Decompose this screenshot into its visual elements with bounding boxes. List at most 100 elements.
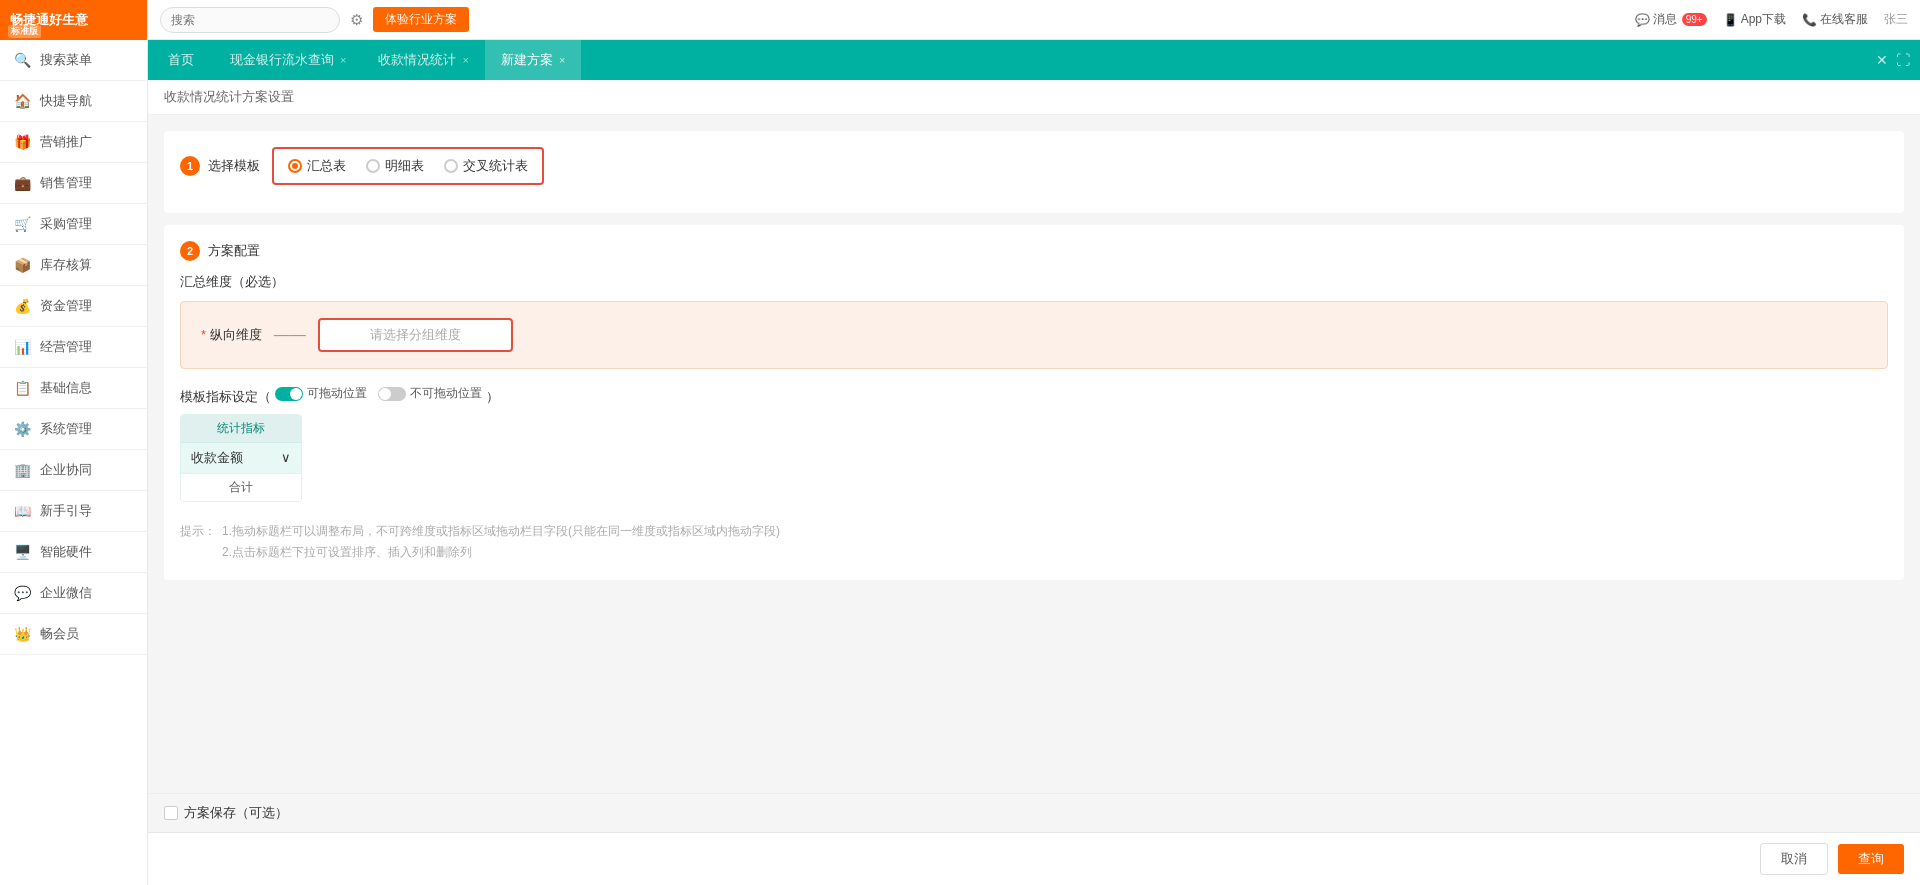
sidebar: 畅捷通好生意 标准版 🔍搜索菜单🏠快捷导航 🎁 营销推广 💼 销售管理 🛒采购管理📦库存核… [0,0,148,885]
sidebar-item-label-sales: 销售管理 [40,174,92,192]
indicator-cell-amount: 收款金额 ∨ [181,442,301,473]
username-display: 张三 [1884,11,1908,28]
indicator-title-text: 模板指标设定（ 可拖动位置 不可拖 [180,385,499,406]
support-label: 在线客服 [1820,11,1868,28]
step1-label: 1 选择模板 汇总表 明细表 [180,147,1888,185]
radio-detail-label: 明细表 [385,157,424,175]
enterprise-icon: 🏢 [12,460,32,480]
capital-icon: 💰 [12,296,32,316]
operations-icon: 📊 [12,337,32,357]
inventory-icon: 📦 [12,255,32,275]
indicator-dropdown-icon[interactable]: ∨ [281,450,291,465]
settings-icon[interactable]: ⚙ [350,11,363,29]
sidebar-item-quick-nav[interactable]: 🏠快捷导航 [0,81,147,122]
sidebar-item-sales[interactable]: 💼 销售管理 [0,163,147,204]
tab-close-2[interactable]: × [559,54,565,66]
indicator-table-header: 统计指标 [181,415,301,442]
search-input[interactable] [160,7,340,33]
tip2-text: 2.点击标题栏下拉可设置排序、插入列和删除列 [222,542,472,564]
topbar-right: 💬 消息 99+ 📱 App下载 📞 在线客服 张三 [1635,11,1908,28]
step1-num: 1 [180,156,200,176]
tip-label: 提示： [180,521,216,543]
draggable-toggle-tag: 可拖动位置 [275,385,367,402]
step2-section: 2 方案配置 汇总维度（必选） * 纵向维度 —— 请选择分组维度 [164,225,1904,580]
sidebar-item-purchase[interactable]: 🛒采购管理 [0,204,147,245]
purchase-icon: 🛒 [12,214,32,234]
radio-cross-label: 交叉统计表 [463,157,528,175]
tips-area: 提示： 1.拖动标题栏可以调整布局，不可跨维度或指标区域拖动栏目字段(只能在同一… [180,521,1888,564]
sidebar-item-hardware[interactable]: 🖥️智能硬件 [0,532,147,573]
bottom-save-option: 方案保存（可选） [148,793,1920,832]
sidebar-item-guide[interactable]: 📖 新手引导 [0,491,147,532]
sales-icon: 💼 [12,173,32,193]
radio-dot-detail [366,159,380,173]
notif-badge: 99+ [1682,13,1707,26]
non-draggable-toggle-tag: 不可拖动位置 [378,385,482,402]
sidebar-item-label-operations: 经营管理 [40,338,92,356]
step2-num: 2 [180,241,200,261]
radio-summary[interactable]: 汇总表 [288,157,346,175]
query-button[interactable]: 查询 [1838,844,1904,874]
close-window-icon[interactable]: ✕ [1876,52,1888,68]
save-option-label: 方案保存（可选） [184,804,288,822]
radio-cross[interactable]: 交叉统计表 [444,157,528,175]
sidebar-item-label-hardware: 智能硬件 [40,543,92,561]
tab-2[interactable]: 新建方案 × [485,40,581,80]
sidebar-item-label-marketing: 营销推广 [40,133,92,151]
template-radio-group: 汇总表 明细表 交叉统计表 [272,147,544,185]
main-area: ⚙ 体验行业方案 💬 消息 99+ 📱 App下载 📞 在线客服 张三 首页 现… [148,0,1920,885]
tab-label-1: 收款情况统计 [378,51,456,69]
sidebar-item-label-search: 搜索菜单 [40,51,92,69]
sidebar-item-basic-info[interactable]: 📋基础信息 [0,368,147,409]
dimension-select[interactable]: 请选择分组维度 [318,318,513,352]
sidebar-item-enterprise[interactable]: 🏢企业协同 [0,450,147,491]
sidebar-item-wechat[interactable]: 💬企业微信 [0,573,147,614]
content-area: 收款情况统计方案设置 1 选择模板 汇总表 [148,80,1920,832]
download-btn[interactable]: 📱 App下载 [1723,11,1786,28]
dim-required-mark: * 纵向维度 [201,326,262,344]
draggable-toggle[interactable] [275,387,303,401]
sidebar-item-search[interactable]: 🔍搜索菜单 [0,40,147,81]
tab-close-1[interactable]: × [462,54,468,66]
radio-dot-cross [444,159,458,173]
member-icon: 👑 [12,624,32,644]
tab-home[interactable]: 首页 [148,40,214,80]
tab-label-2: 新建方案 [501,51,553,69]
tip-row-2: 提示： 2.点击标题栏下拉可设置排序、插入列和删除列 [180,542,1888,564]
guide-icon: 📖 [12,501,32,521]
dimension-row: * 纵向维度 —— 请选择分组维度 [201,318,1867,352]
tab-0[interactable]: 现金银行流水查询 × [214,40,362,80]
notification-btn[interactable]: 💬 消息 99+ [1635,11,1707,28]
tab-label-0: 现金银行流水查询 [230,51,334,69]
system-icon: ⚙️ [12,419,32,439]
tab-1[interactable]: 收款情况统计 × [362,40,484,80]
home-tab-label: 首页 [168,51,194,69]
sidebar-logo: 畅捷通好生意 标准版 [0,0,147,40]
sidebar-item-inventory[interactable]: 📦库存核算 [0,245,147,286]
message-icon: 💬 [1635,13,1650,27]
radio-dot-summary [288,159,302,173]
sidebar-item-capital[interactable]: 💰资金管理 [0,286,147,327]
support-btn[interactable]: 📞 在线客服 [1802,11,1868,28]
save-checkbox[interactable] [164,806,178,820]
radio-detail[interactable]: 明细表 [366,157,424,175]
sidebar-item-marketing[interactable]: 🎁 营销推广 [0,122,147,163]
non-draggable-toggle[interactable] [378,387,406,401]
sidebar-item-label-guide: 新手引导 [40,502,92,520]
download-label: App下载 [1741,11,1786,28]
indicator-table-footer: 合计 [181,473,301,501]
maximize-icon[interactable]: ⛶ [1896,52,1910,68]
sidebar-item-member[interactable]: 👑 畅会员 [0,614,147,655]
sidebar-item-system[interactable]: ⚙️ 系统管理 [0,409,147,450]
step1-title: 选择模板 [208,157,260,175]
cancel-button[interactable]: 取消 [1760,843,1828,875]
form-body: 1 选择模板 汇总表 明细表 [148,115,1920,793]
sidebar-item-label-system: 系统管理 [40,420,92,438]
tab-close-0[interactable]: × [340,54,346,66]
marketing-icon: 🎁 [12,132,32,152]
sidebar-item-label-member: 畅会员 [40,625,79,643]
required-star: * [201,327,206,342]
sidebar-item-operations[interactable]: 📊 经营管理 [0,327,147,368]
industry-btn[interactable]: 体验行业方案 [373,7,469,32]
indicator-settings: 模板指标设定（ 可拖动位置 不可拖 [180,385,1888,505]
